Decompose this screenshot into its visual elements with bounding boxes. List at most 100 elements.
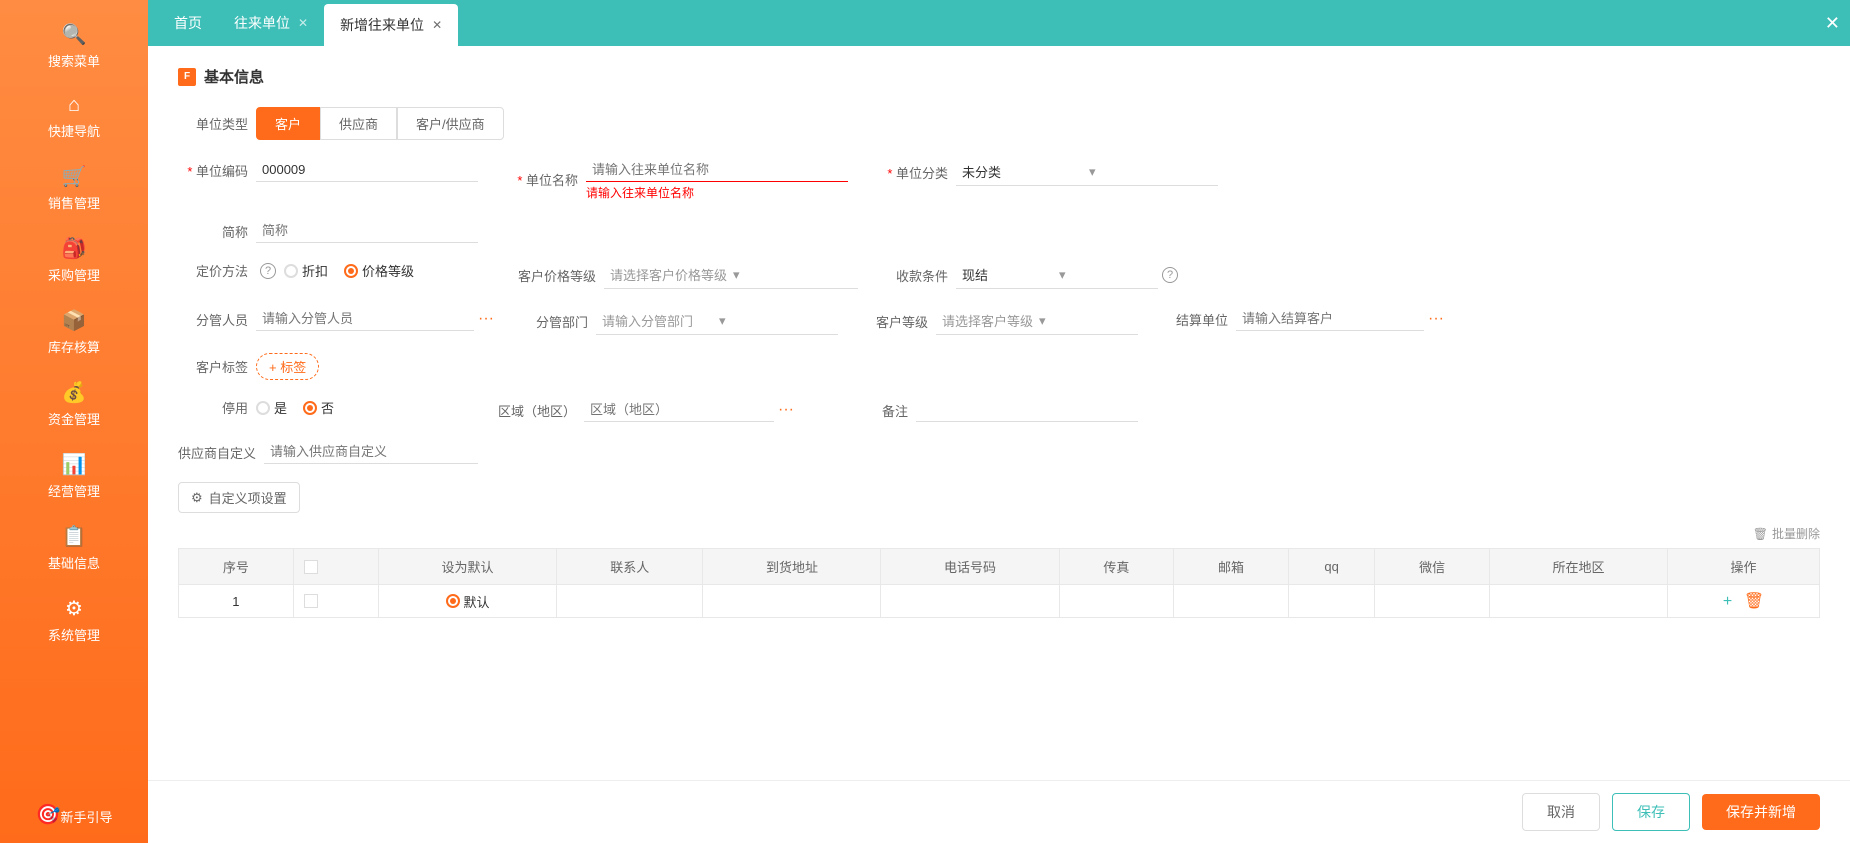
table-header-row: 序号 设为默认 联系人 到货地址 电话号码 传真 邮箱 qq 微信 所在地区 操…	[179, 549, 1820, 585]
sidebar-item-finance[interactable]: 💰 资金管理	[0, 368, 148, 440]
disabled-field: 停用 是 否	[178, 398, 458, 417]
region-input[interactable]	[584, 398, 774, 422]
batch-delete-icon: 🗑	[1753, 527, 1768, 541]
batch-delete-label[interactable]: 批量删除	[1772, 525, 1820, 542]
sidebar-item-label: 库存核算	[48, 337, 100, 356]
tab-units[interactable]: 往来单位 ✕	[218, 0, 324, 46]
payment-terms-field: 收款条件 现结 ▾ ?	[878, 261, 1178, 289]
sidebar-item-label: 搜索菜单	[48, 51, 100, 70]
row-delete-btn[interactable]: 🗑	[1744, 593, 1764, 610]
cancel-button[interactable]: 取消	[1522, 793, 1600, 831]
row-qq	[1288, 585, 1374, 618]
department-arrow: ▾	[719, 313, 832, 329]
pricing-row: 定价方法 ? 折扣 价格等级 客户价格等级	[178, 261, 1820, 289]
settlement-dots-btn[interactable]: ···	[1424, 310, 1448, 328]
disabled-label: 停用	[178, 398, 248, 417]
finance-icon: 💰	[62, 380, 87, 405]
tab-units-close[interactable]: ✕	[298, 16, 308, 30]
row-default-radio[interactable]: 默认	[389, 592, 546, 611]
pricing-help-icon[interactable]: ?	[260, 263, 276, 279]
unit-type-btn-customer[interactable]: 客户	[256, 107, 320, 140]
disabled-radio-yes[interactable]: 是	[256, 398, 287, 417]
sidebar-item-label: 销售管理	[48, 193, 100, 212]
abbreviation-label: 简称	[178, 222, 248, 241]
sidebar-item-label: 经营管理	[48, 481, 100, 500]
abbreviation-input[interactable]	[256, 219, 478, 243]
row-checkbox-cell	[293, 585, 378, 618]
sidebar-item-search[interactable]: 🔍 搜索菜单	[0, 10, 148, 82]
sales-icon: 🛒	[62, 164, 87, 189]
supplier-custom-label: 供应商自定义	[178, 443, 256, 462]
manager-field: 分管人员 ···	[178, 307, 498, 331]
tab-home[interactable]: 首页	[158, 0, 218, 46]
payment-terms-select[interactable]: 现结 ▾	[956, 261, 1158, 289]
sidebar-item-sales[interactable]: 🛒 销售管理	[0, 152, 148, 224]
row-region	[1490, 585, 1668, 618]
th-email: 邮箱	[1174, 549, 1289, 585]
sidebar-item-system[interactable]: ⚙ 系统管理	[0, 584, 148, 656]
disabled-radio-group: 是 否	[256, 398, 334, 417]
main-area: 首页 往来单位 ✕ 新增往来单位 ✕ ✕ F 基本信息 单位类型 客户	[148, 0, 1850, 843]
pricing-radio-level[interactable]: 价格等级	[344, 261, 414, 280]
payment-terms-help-icon[interactable]: ?	[1162, 267, 1178, 283]
supplier-custom-field: 供应商自定义	[178, 440, 478, 464]
row-default-label: 默认	[464, 592, 490, 611]
customer-level-select[interactable]: 请选择客户等级 ▾	[936, 307, 1138, 335]
department-placeholder: 请输入分管部门	[602, 311, 715, 330]
sidebar-item-inventory[interactable]: 📦 库存核算	[0, 296, 148, 368]
th-wechat: 微信	[1375, 549, 1490, 585]
add-tag-button[interactable]: + 标签	[256, 353, 319, 380]
tab-new-unit-close[interactable]: ✕	[432, 18, 442, 32]
pricing-radio-discount[interactable]: 折扣	[284, 261, 328, 280]
save-add-button[interactable]: 保存并新增	[1702, 794, 1820, 830]
sidebar-item-quicknav[interactable]: ⌂ 快捷导航	[0, 82, 148, 152]
customer-price-level-label: 客户价格等级	[518, 266, 596, 285]
region-dots-btn[interactable]: ···	[774, 401, 798, 419]
settlement-field: 结算单位 ···	[1158, 307, 1438, 331]
tag-row: 客户标签 + 标签	[178, 353, 1820, 380]
save-button[interactable]: 保存	[1612, 793, 1690, 831]
tab-new-unit[interactable]: 新增往来单位 ✕	[324, 4, 458, 46]
sidebar-bottom-label: 新手引导	[60, 807, 112, 826]
unit-category-select[interactable]: 未分类 ▾	[956, 158, 1218, 186]
settlement-input[interactable]	[1236, 307, 1424, 331]
sidebar-item-label: 资金管理	[48, 409, 100, 428]
customer-level-placeholder: 请选择客户等级	[942, 311, 1035, 330]
department-select[interactable]: 请输入分管部门 ▾	[596, 307, 838, 335]
tab-bar-close-all[interactable]: ✕	[1825, 13, 1840, 34]
row-fax	[1059, 585, 1174, 618]
region-field: 区域（地区） ···	[498, 398, 798, 422]
notes-label: 备注	[838, 401, 908, 420]
row-checkbox[interactable]	[304, 594, 318, 608]
section-title-icon: F	[178, 68, 196, 86]
sidebar-item-guide[interactable]: 🎯 新手引导	[0, 790, 148, 843]
unit-name-input[interactable]	[586, 158, 848, 182]
customer-price-level-select[interactable]: 请选择客户价格等级 ▾	[604, 261, 858, 289]
sidebar-item-operation[interactable]: 📊 经营管理	[0, 440, 148, 512]
manager-label: 分管人员	[178, 310, 248, 329]
customer-price-level-placeholder: 请选择客户价格等级	[610, 265, 729, 284]
tag-field: 客户标签 + 标签	[178, 353, 1820, 380]
manager-dots-btn[interactable]: ···	[474, 310, 498, 328]
operation-icon: 📊	[62, 452, 87, 477]
supplier-custom-input[interactable]	[264, 440, 478, 464]
system-icon: ⚙	[65, 596, 83, 621]
row-add-btn[interactable]: +	[1723, 593, 1732, 610]
disabled-radio-yes-circle	[256, 401, 270, 415]
pricing-label: 定价方法	[178, 261, 248, 280]
payment-terms-arrow: ▾	[1059, 267, 1152, 283]
custom-settings-button[interactable]: ⚙ 自定义项设置	[178, 482, 300, 513]
notes-input[interactable]	[916, 398, 1138, 422]
pricing-radio-discount-circle	[284, 264, 298, 278]
select-all-checkbox[interactable]	[304, 560, 318, 574]
th-contact: 联系人	[557, 549, 703, 585]
unit-type-btn-supplier[interactable]: 供应商	[320, 107, 397, 140]
home-icon: ⌂	[68, 94, 80, 117]
manager-input[interactable]	[256, 307, 474, 331]
disabled-radio-no[interactable]: 否	[303, 398, 334, 417]
pricing-field: 定价方法 ? 折扣 价格等级	[178, 261, 498, 280]
unit-type-btn-both[interactable]: 客户/供应商	[397, 107, 504, 140]
sidebar-item-purchase[interactable]: 🎒 采购管理	[0, 224, 148, 296]
unit-code-input[interactable]	[256, 158, 478, 182]
sidebar-item-basic[interactable]: 📋 基础信息	[0, 512, 148, 584]
